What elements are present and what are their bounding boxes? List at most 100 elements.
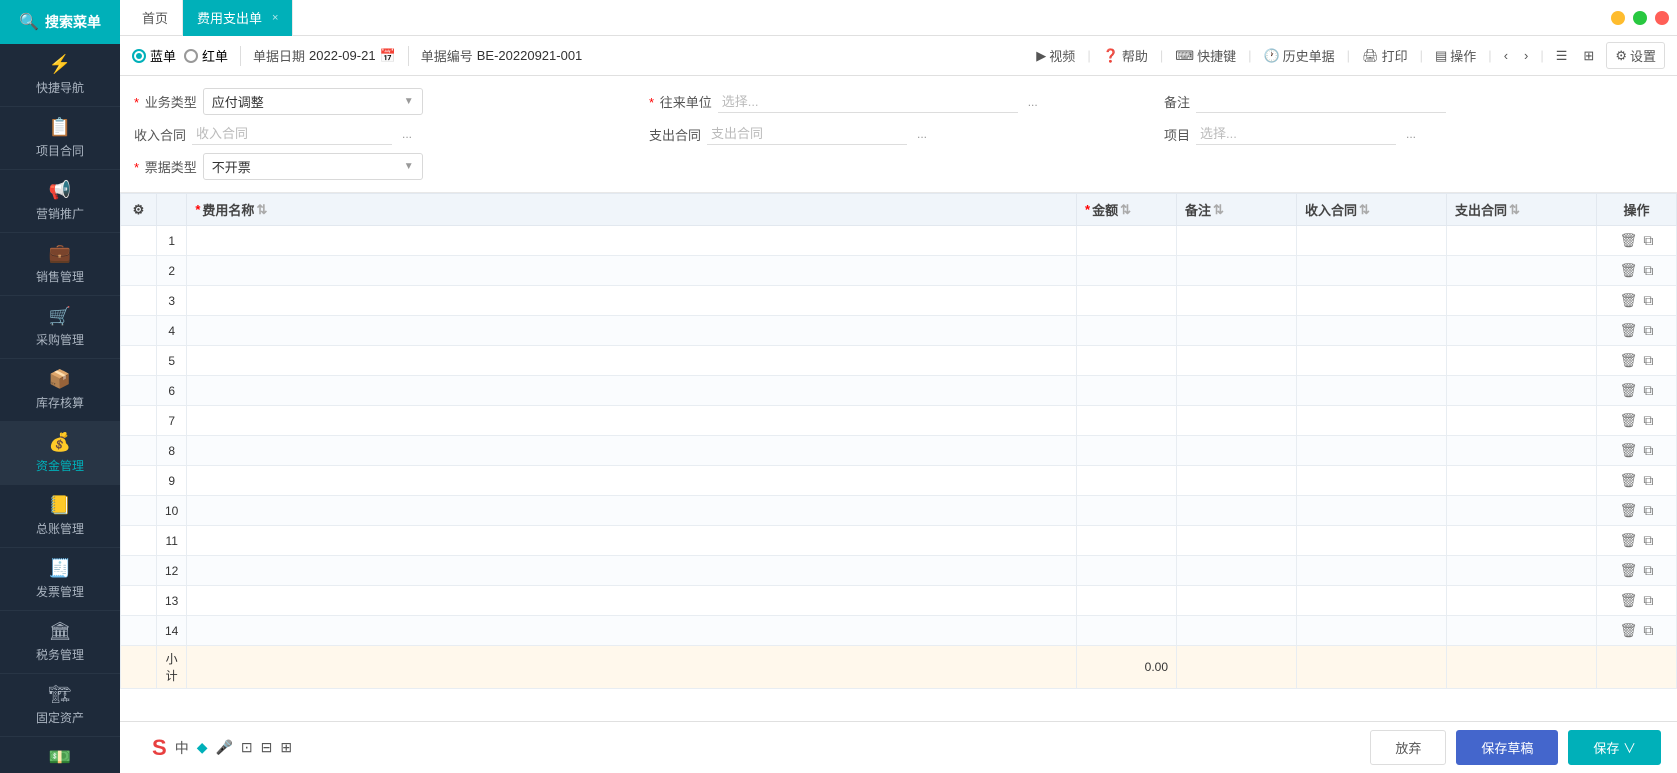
income-contract-cell[interactable] [1297,376,1447,406]
delete-row-icon[interactable]: 🗑 [1620,412,1638,429]
copy-row-icon[interactable]: ⧉ [1643,322,1653,339]
settings-button[interactable]: ⚙ 设置 [1606,42,1665,69]
mic-icon[interactable]: 🎤 [215,739,232,756]
amount-cell[interactable] [1077,346,1177,376]
delete-row-icon[interactable]: 🗑 [1620,532,1638,549]
print-btn[interactable]: 🖨 打印 [1358,44,1412,67]
expense-contract-cell[interactable] [1447,556,1597,586]
note-cell[interactable] [1177,466,1297,496]
sidebar-item-quick-nav[interactable]: ⚡ 快捷导航 [0,44,120,107]
project-input[interactable] [1196,123,1396,145]
sidebar-item-purchase[interactable]: 🛒 采购管理 [0,296,120,359]
amount-cell[interactable] [1077,556,1177,586]
expense-contract-cell[interactable] [1447,346,1597,376]
maximize-button[interactable]: □ [1633,11,1647,25]
note-cell[interactable] [1177,406,1297,436]
partner-more-btn[interactable]: ... [1024,95,1042,109]
tab-home[interactable]: 首页 [128,0,183,36]
income-contract-cell[interactable] [1297,406,1447,436]
expense-contract-cell[interactable] [1447,256,1597,286]
expense-contract-more-btn[interactable]: ... [913,127,931,141]
note-cell[interactable] [1177,256,1297,286]
expense-name-cell[interactable] [187,436,1077,466]
diamond-icon[interactable]: ◆ [197,739,208,756]
sidebar-item-accounting[interactable]: 📒 总账管理 [0,485,120,548]
tab-close-icon[interactable]: × [272,12,278,24]
expense-contract-cell[interactable] [1447,616,1597,646]
note-cell[interactable] [1177,556,1297,586]
amount-cell[interactable] [1077,226,1177,256]
expense-name-cell[interactable] [187,316,1077,346]
delete-row-icon[interactable]: 🗑 [1620,262,1638,279]
calendar-icon[interactable]: 📅 [380,48,396,64]
delete-row-icon[interactable]: 🗑 [1620,472,1638,489]
delete-row-icon[interactable]: 🗑 [1620,442,1638,459]
note-cell[interactable] [1177,346,1297,376]
note-input[interactable] [1196,91,1446,113]
copy-row-icon[interactable]: ⧉ [1643,292,1653,309]
note-cell[interactable] [1177,526,1297,556]
delete-row-icon[interactable]: 🗑 [1620,592,1638,609]
income-contract-cell[interactable] [1297,466,1447,496]
note-cell[interactable] [1177,316,1297,346]
help-btn[interactable]: ❓ 帮助 [1099,44,1152,67]
sidebar-item-invoice[interactable]: 🧾 发票管理 [0,548,120,611]
income-contract-cell[interactable] [1297,496,1447,526]
expense-contract-cell[interactable] [1447,226,1597,256]
copy-row-icon[interactable]: ⧉ [1643,382,1653,399]
amount-cell[interactable] [1077,466,1177,496]
expense-name-cell[interactable] [187,526,1077,556]
expense-contract-cell[interactable] [1447,466,1597,496]
view-list-btn[interactable]: ☰ [1552,46,1572,66]
expense-name-cell[interactable] [187,466,1077,496]
chinese-input-icon[interactable]: 中 [175,738,189,758]
amount-cell[interactable] [1077,586,1177,616]
expense-contract-cell[interactable] [1447,286,1597,316]
expense-contract-cell[interactable] [1447,316,1597,346]
copy-row-icon[interactable]: ⧉ [1643,262,1653,279]
income-contract-input[interactable] [192,123,392,145]
amount-cell[interactable] [1077,526,1177,556]
invoice-type-select[interactable]: 不开票 ▼ [203,153,423,180]
business-type-select[interactable]: 应付调整 ▼ [203,88,423,115]
copy-row-icon[interactable]: ⧉ [1643,502,1653,519]
history-btn[interactable]: 🕐 历史单据 [1259,44,1338,67]
income-contract-cell[interactable] [1297,226,1447,256]
operate-btn[interactable]: ▤ 操作 [1431,44,1480,67]
delete-row-icon[interactable]: 🗑 [1620,292,1638,309]
minus-table-icon[interactable]: ⊟ [261,739,273,756]
expense-name-cell[interactable] [187,406,1077,436]
income-contract-sort[interactable]: 收入合同 ⇅ [1305,200,1370,219]
note-cell[interactable] [1177,436,1297,466]
income-contract-cell[interactable] [1297,586,1447,616]
amount-sort[interactable]: * 金额 ⇅ [1085,200,1131,219]
tab-expense-bill[interactable]: 费用支出单 × [183,0,293,36]
expense-name-cell[interactable] [187,556,1077,586]
sidebar-search[interactable]: 🔍 搜索菜单 [0,0,120,44]
sidebar-item-inventory[interactable]: 📦 库存核算 [0,359,120,422]
col-settings[interactable]: ⚙ [121,194,157,226]
amount-cell[interactable] [1077,286,1177,316]
amount-cell[interactable] [1077,376,1177,406]
expense-name-cell[interactable] [187,496,1077,526]
expense-contract-cell[interactable] [1447,586,1597,616]
note-cell[interactable] [1177,376,1297,406]
delete-row-icon[interactable]: 🗑 [1620,562,1638,579]
save-draft-button[interactable]: 保存草稿 [1456,730,1558,765]
delete-row-icon[interactable]: 🗑 [1620,232,1638,249]
nav-prev-btn[interactable]: ‹ [1500,46,1512,65]
income-contract-cell[interactable] [1297,256,1447,286]
sidebar-item-payroll[interactable]: 💵 工资 [0,737,120,773]
expense-name-cell[interactable] [187,616,1077,646]
sidebar-item-capital[interactable]: 💰 资金管理 [0,422,120,485]
expense-contract-cell[interactable] [1447,406,1597,436]
view-grid-btn[interactable]: ⊞ [1579,46,1598,66]
sidebar-item-project-contract[interactable]: 📋 项目合同 [0,107,120,170]
copy-row-icon[interactable]: ⧉ [1643,592,1653,609]
copy-row-icon[interactable]: ⧉ [1643,412,1653,429]
expense-contract-cell[interactable] [1447,526,1597,556]
minimize-button[interactable]: — [1611,11,1625,25]
nav-next-btn[interactable]: › [1520,46,1532,65]
expense-contract-input[interactable] [707,123,907,145]
project-more-btn[interactable]: ... [1402,127,1420,141]
